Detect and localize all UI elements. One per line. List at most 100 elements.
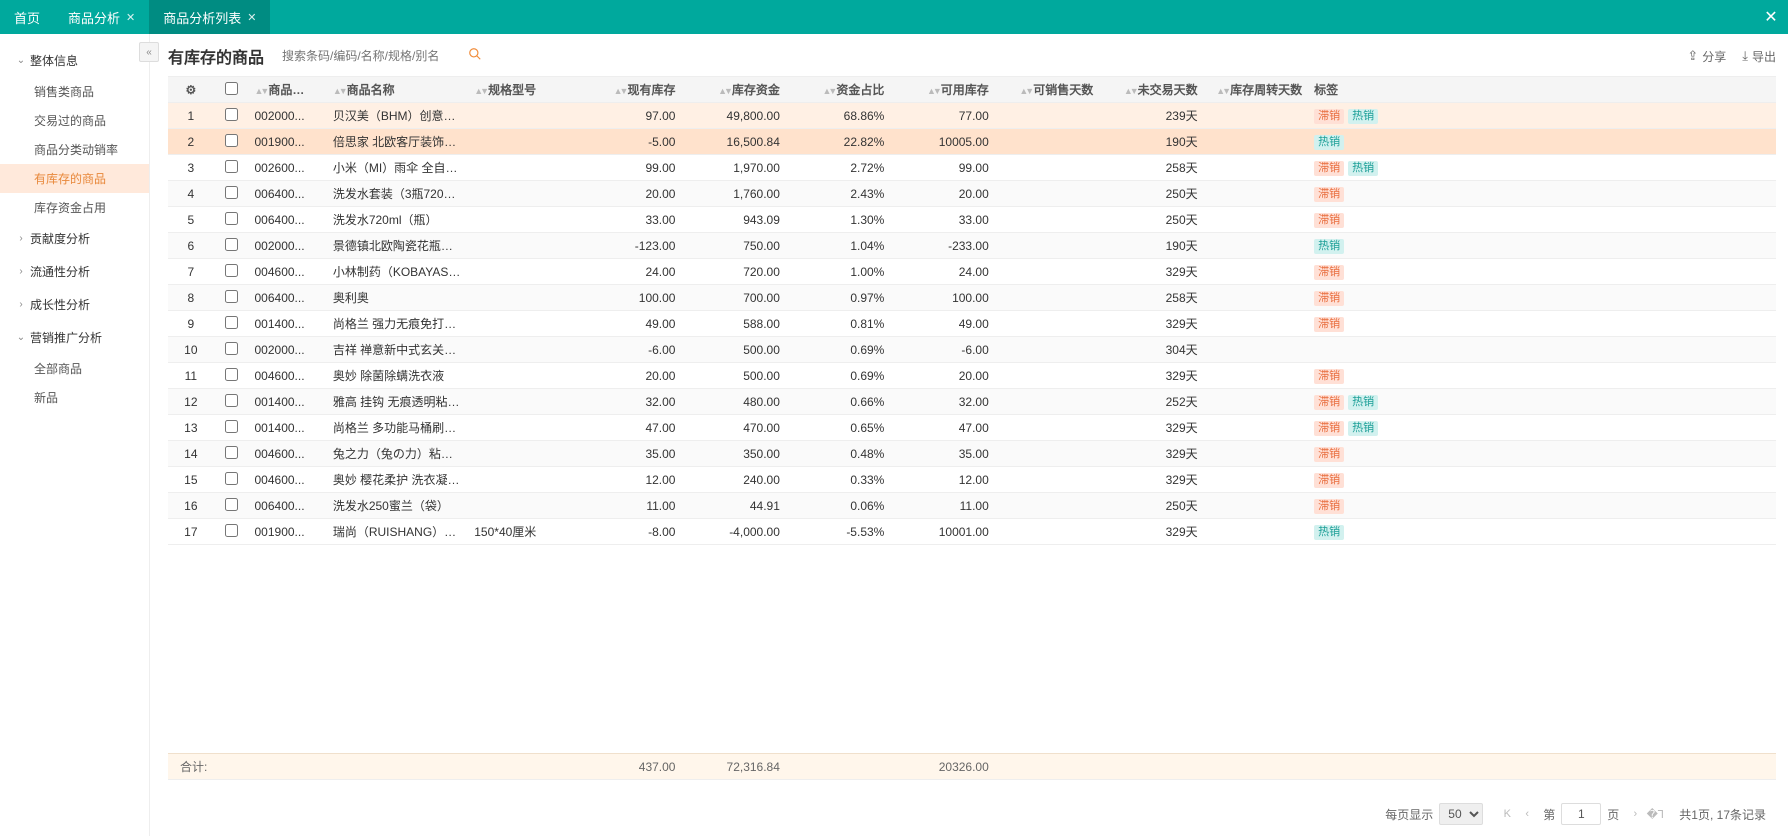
cell-cb <box>214 337 249 363</box>
row-checkbox[interactable] <box>225 342 238 355</box>
cell-funds: 350.00 <box>681 441 785 467</box>
table-row[interactable]: 6002000...景德镇北欧陶瓷花瓶摆件 优-123.00750.001.04… <box>168 233 1776 259</box>
column-name[interactable]: ▲▼商品名称 <box>327 77 468 103</box>
cell-saledays <box>995 415 1099 441</box>
cell-cb <box>214 389 249 415</box>
totals-row: 合计: 437.00 72,316.84 20326.00 <box>168 754 1776 780</box>
nav-item-0-4[interactable]: 库存资金占用 <box>0 193 149 222</box>
nav-item-0-0[interactable]: 销售类商品 <box>0 77 149 106</box>
nav-group-1[interactable]: ›贡献度分析 <box>0 222 149 255</box>
column-notrade[interactable]: ▲▼未交易天数 <box>1099 77 1203 103</box>
table-row[interactable]: 17001900...瑞尚（RUISHANG）卧室装150*40厘米-8.00-… <box>168 519 1776 545</box>
row-checkbox[interactable] <box>225 108 238 121</box>
nav-item-0-3[interactable]: 有库存的商品 <box>0 164 149 193</box>
table-row[interactable]: 10002000...吉祥 禅意新中式玄关摆件套-6.00500.000.69%… <box>168 337 1776 363</box>
table-row[interactable]: 14004600...兔之力（兔の力）粘毛器粘35.00350.000.48%3… <box>168 441 1776 467</box>
column-turnover[interactable]: ▲▼库存周转天数 <box>1204 77 1308 103</box>
row-checkbox[interactable] <box>225 420 238 433</box>
pager-last-icon[interactable]: �⅂ <box>1646 808 1664 821</box>
totals-avail: 20326.00 <box>890 754 994 780</box>
row-checkbox[interactable] <box>225 316 238 329</box>
pager-page-input[interactable] <box>1561 803 1601 825</box>
table-row[interactable]: 12001400...雅高 挂钩 无痕透明粘钩 强力32.00480.000.6… <box>168 389 1776 415</box>
tab-close-icon[interactable]: ✕ <box>126 11 135 24</box>
nav-group-4[interactable]: ⌄营销推广分析 <box>0 321 149 354</box>
column-select-all[interactable] <box>214 77 249 103</box>
column-tag[interactable]: 标签 <box>1308 77 1776 103</box>
cell-notrade: 329天 <box>1099 311 1203 337</box>
row-checkbox[interactable] <box>225 472 238 485</box>
row-checkbox[interactable] <box>225 186 238 199</box>
row-checkbox[interactable] <box>225 212 238 225</box>
tab-close-icon[interactable]: ✕ <box>247 11 256 24</box>
cell-saledays <box>995 363 1099 389</box>
column-gear[interactable]: ⚙ <box>168 77 214 103</box>
column-code[interactable]: ▲▼商品… <box>249 77 327 103</box>
column-funds[interactable]: ▲▼库存资金 <box>681 77 785 103</box>
nav-item-4-0[interactable]: 全部商品 <box>0 354 149 383</box>
row-checkbox[interactable] <box>225 498 238 511</box>
select-all-checkbox[interactable] <box>225 82 238 95</box>
pager-first-icon[interactable]: K <box>1498 808 1516 820</box>
table-row[interactable]: 15004600...奥妙 樱花柔护 洗衣凝珠 1012.00240.000.3… <box>168 467 1776 493</box>
cell-idx: 13 <box>168 415 214 441</box>
cell-code: 001400... <box>249 389 327 415</box>
row-checkbox[interactable] <box>225 394 238 407</box>
search-input[interactable] <box>282 49 462 63</box>
column-stock[interactable]: ▲▼现有库存 <box>577 77 681 103</box>
nav-group-0[interactable]: ⌄整体信息 <box>0 44 149 77</box>
search-icon[interactable] <box>468 47 482 64</box>
cell-avail: 35.00 <box>890 441 994 467</box>
table-row[interactable]: 8006400...奥利奥100.00700.000.97%100.00258天… <box>168 285 1776 311</box>
table-row[interactable]: 3002600...小米（MI）雨伞 全自动折叠99.001,970.002.7… <box>168 155 1776 181</box>
tag-stag: 滞销 <box>1314 421 1344 436</box>
row-checkbox[interactable] <box>225 264 238 277</box>
row-checkbox[interactable] <box>225 446 238 459</box>
per-page-select[interactable]: 50 <box>1439 803 1483 825</box>
table-row[interactable]: 1002000...贝汉美（BHM）创意北欧…97.0049,800.0068.… <box>168 103 1776 129</box>
column-ratio[interactable]: ▲▼资金占比 <box>786 77 890 103</box>
column-saledays[interactable]: ▲▼可销售天数 <box>995 77 1099 103</box>
column-avail[interactable]: ▲▼可用库存 <box>890 77 994 103</box>
cell-tags <box>1308 337 1776 363</box>
table-row[interactable]: 11004600...奥妙 除菌除螨洗衣液20.00500.000.69%20.… <box>168 363 1776 389</box>
cell-idx: 6 <box>168 233 214 259</box>
cell-code: 002000... <box>249 103 327 129</box>
tab-2[interactable]: 商品分析列表✕ <box>149 0 270 34</box>
collapse-sidebar-button[interactable]: « <box>139 42 159 62</box>
row-checkbox[interactable] <box>225 238 238 251</box>
cell-stock: -8.00 <box>577 519 681 545</box>
row-checkbox[interactable] <box>225 368 238 381</box>
nav-item-0-2[interactable]: 商品分类动销率 <box>0 135 149 164</box>
table-row[interactable]: 4006400...洗发水套装（3瓶720ml+1…20.001,760.002… <box>168 181 1776 207</box>
cell-cb <box>214 233 249 259</box>
row-checkbox[interactable] <box>225 290 238 303</box>
table-row[interactable]: 16006400...洗发水250蜜兰（袋）11.0044.910.06%11.… <box>168 493 1776 519</box>
table-row[interactable]: 9001400...尚格兰 强力无痕免打孔浴室49.00588.000.81%4… <box>168 311 1776 337</box>
close-icon[interactable]: ✕ <box>1754 0 1788 34</box>
export-button[interactable]: ⤓导出 <box>1742 48 1776 65</box>
chevron-down-icon: ⌄ <box>16 332 26 343</box>
nav-item-4-1[interactable]: 新品 <box>0 383 149 412</box>
cell-idx: 5 <box>168 207 214 233</box>
nav-group-3[interactable]: ›成长性分析 <box>0 288 149 321</box>
row-checkbox[interactable] <box>225 524 238 537</box>
cell-cb <box>214 493 249 519</box>
share-button[interactable]: ⇪分享 <box>1687 48 1726 65</box>
row-checkbox[interactable] <box>225 134 238 147</box>
pager-next-icon[interactable]: › <box>1626 808 1644 820</box>
pager-prev-icon[interactable]: ‹ <box>1518 808 1536 820</box>
nav-item-0-1[interactable]: 交易过的商品 <box>0 106 149 135</box>
table-row[interactable]: 13001400...尚格兰 多功能马桶刷套装 专47.00470.000.65… <box>168 415 1776 441</box>
nav-group-2[interactable]: ›流通性分析 <box>0 255 149 288</box>
column-spec[interactable]: ▲▼规格型号 <box>468 77 577 103</box>
table-row[interactable]: 5006400...洗发水720ml（瓶）33.00943.091.30%33.… <box>168 207 1776 233</box>
cell-idx: 3 <box>168 155 214 181</box>
tab-0[interactable]: 首页 <box>0 0 54 34</box>
table-row[interactable]: 7004600...小林制药（KOBAYASHI）日24.00720.001.0… <box>168 259 1776 285</box>
cell-avail: 32.00 <box>890 389 994 415</box>
row-checkbox[interactable] <box>225 160 238 173</box>
tab-1[interactable]: 商品分析✕ <box>54 0 149 34</box>
main-content: 有库存的商品 ⇪分享 ⤓导出 ⚙ <box>150 34 1788 836</box>
table-row[interactable]: 2001900...倍思家 北欧客厅装饰画卧室-5.0016,500.8422.… <box>168 129 1776 155</box>
